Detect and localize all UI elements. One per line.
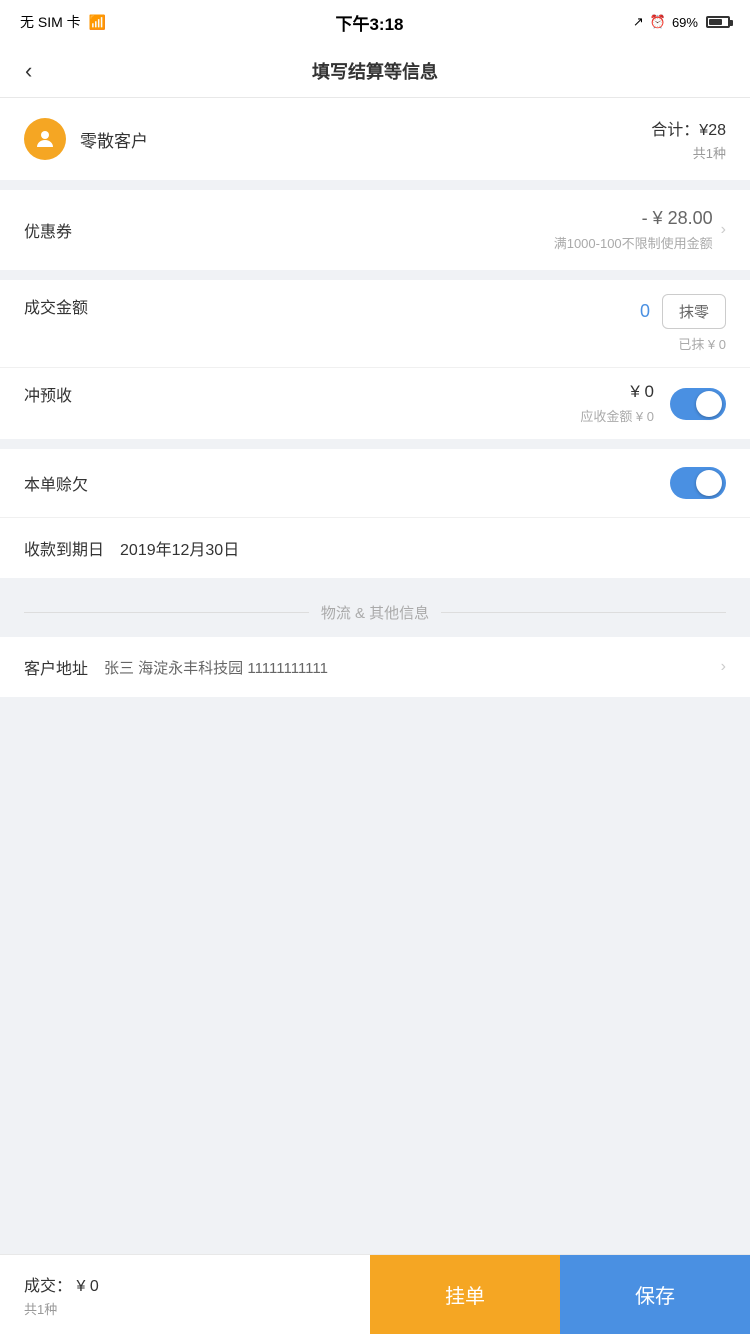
- divider-line-left: [24, 612, 309, 613]
- status-bar: 无 SIM 卡 📶 下午3:18 ↗ ⏰ 69%: [0, 0, 750, 44]
- total-amount: 合计：¥28: [651, 116, 726, 140]
- coupon-values: - ¥ 28.00 满1000-100不限制使用金额: [554, 208, 713, 252]
- chevron-right-icon: ›: [721, 221, 726, 239]
- avatar: [24, 118, 66, 160]
- already-rounded-text: 已抹 ¥ 0: [678, 334, 726, 353]
- customer-section: 零散客户 合计：¥28 共1种: [0, 98, 750, 180]
- address-row[interactable]: 客户地址 张三 海淀永丰科技园 11111111111 ›: [0, 637, 750, 697]
- amount-input-row: 0 抹零: [640, 294, 726, 329]
- main-content: 零散客户 合计：¥28 共1种 优惠券 - ¥ 28.00 满1000-100不…: [0, 98, 750, 787]
- transaction-right: 0 抹零 已抹 ¥ 0: [640, 294, 726, 353]
- amount-section: 成交金额 0 抹零 已抹 ¥ 0 冲预收 ¥ 0 应收金额 ¥ 0: [0, 280, 750, 439]
- debt-toggle[interactable]: [670, 467, 726, 499]
- prepayment-toggle[interactable]: [670, 388, 726, 420]
- debt-label: 本单赊欠: [24, 471, 88, 495]
- round-button[interactable]: 抹零: [662, 294, 726, 329]
- coupon-label: 优惠券: [24, 218, 72, 242]
- prepayment-row: 冲预收 ¥ 0 应收金额 ¥ 0: [0, 368, 750, 439]
- prepay-amount: ¥ 0: [630, 382, 654, 402]
- customer-name: 零散客户: [80, 127, 148, 152]
- bottom-info: 成交： ¥ 0 共1种: [0, 1272, 370, 1318]
- transaction-value[interactable]: 0: [640, 301, 650, 322]
- prepay-amounts: ¥ 0 应收金额 ¥ 0: [580, 382, 654, 425]
- status-time: 下午3:18: [335, 10, 403, 35]
- alarm-icon: ⏰: [650, 14, 666, 30]
- wifi-icon: 📶: [89, 14, 106, 31]
- save-button[interactable]: 保存: [560, 1255, 750, 1334]
- coupon-amount: - ¥ 28.00: [642, 208, 713, 229]
- coupon-right: - ¥ 28.00 满1000-100不限制使用金额 ›: [554, 208, 726, 252]
- bottom-transaction-label: 成交：: [24, 1278, 72, 1295]
- debt-toggle-knob: [696, 470, 722, 496]
- debt-row: 本单赊欠: [0, 449, 750, 517]
- back-button[interactable]: ‹: [20, 53, 37, 89]
- bottom-count: 共1种: [24, 1299, 346, 1318]
- hang-button[interactable]: 挂单: [370, 1255, 560, 1334]
- debt-section: 本单赊欠 收款到期日 2019年12月30日: [0, 449, 750, 578]
- toggle-knob: [696, 391, 722, 417]
- bottom-transaction-amount: ¥ 0: [76, 1278, 98, 1295]
- due-date-value[interactable]: 2019年12月30日: [120, 536, 239, 560]
- customer-left: 零散客户: [24, 118, 148, 160]
- bottom-bar: 成交： ¥ 0 共1种 挂单 保存: [0, 1254, 750, 1334]
- coupon-row[interactable]: 优惠券 - ¥ 28.00 满1000-100不限制使用金额 ›: [0, 190, 750, 270]
- transaction-row: 成交金额 0 抹零 已抹 ¥ 0: [0, 280, 750, 368]
- logistics-label: 物流 & 其他信息: [321, 602, 429, 623]
- page-title: 填写结算等信息: [312, 58, 438, 84]
- customer-right: 合计：¥28 共1种: [651, 116, 726, 162]
- bottom-transaction: 成交： ¥ 0: [24, 1272, 346, 1296]
- address-value: 张三 海淀永丰科技园 11111111111: [104, 657, 713, 678]
- coupon-section: 优惠券 - ¥ 28.00 满1000-100不限制使用金额 ›: [0, 190, 750, 270]
- transaction-label: 成交金额: [24, 294, 88, 318]
- receivable-amount: 应收金额 ¥ 0: [580, 406, 654, 425]
- no-sim-text: 无 SIM 卡: [20, 12, 81, 32]
- nav-bar: ‹ 填写结算等信息: [0, 44, 750, 98]
- address-chevron-icon: ›: [721, 658, 726, 676]
- prepayment-label: 冲预收: [24, 382, 72, 406]
- status-right: ↗ ⏰ 69%: [633, 14, 730, 30]
- total-count: 共1种: [651, 143, 726, 162]
- divider-line-right: [441, 612, 726, 613]
- battery-icon: [706, 16, 730, 28]
- address-section: 客户地址 张三 海淀永丰科技园 11111111111 ›: [0, 637, 750, 697]
- location-icon: ↗: [633, 14, 644, 30]
- due-date-row: 收款到期日 2019年12月30日: [0, 517, 750, 578]
- coupon-description: 满1000-100不限制使用金额: [554, 233, 713, 252]
- battery-percent: 69%: [672, 15, 698, 30]
- due-date-label: 收款到期日: [24, 536, 104, 560]
- prepayment-right: ¥ 0 应收金额 ¥ 0: [580, 382, 726, 425]
- address-label: 客户地址: [24, 655, 88, 679]
- logistics-divider: 物流 & 其他信息: [0, 588, 750, 637]
- status-left: 无 SIM 卡 📶: [20, 12, 106, 32]
